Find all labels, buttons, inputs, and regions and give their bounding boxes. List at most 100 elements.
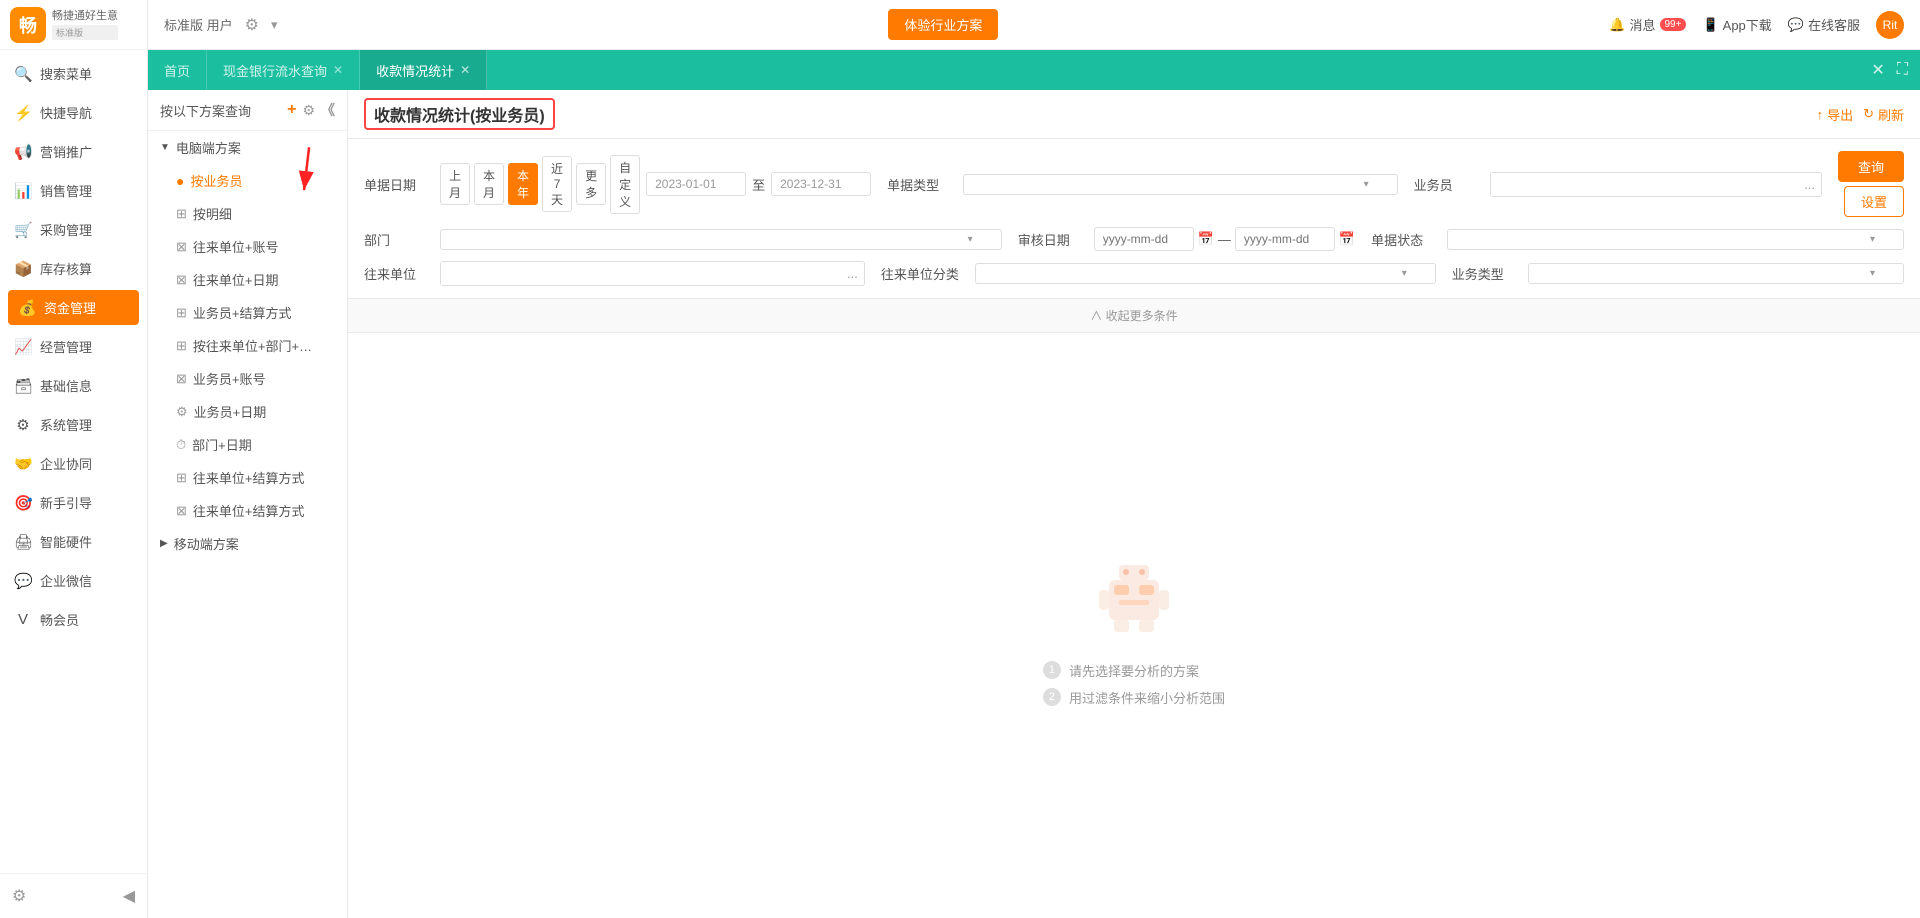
tip-number-1: 1 [1043,661,1061,679]
page-area-wrapper: 按以下方案查询 + ⚙ 《 ▼ 电脑端方案 ● 按业务员 ⊞ [148,90,1920,918]
header-dropdown-icon[interactable]: ▾ [271,17,278,33]
voucher-status-dropdown[interactable]: ▾ [1447,229,1904,250]
sidebar-item-hardware[interactable]: 🖨智能硬件 [0,522,147,561]
sidebar-collapse-btn[interactable]: ◀ [119,882,139,910]
sidebar: 畅 畅捷通好生意 标准版 🔍搜索菜单 ⚡快捷导航 📢营销推广 📊销售管理 🛒采购… [0,0,148,918]
counterpart-input[interactable] [441,262,841,285]
btn-more[interactable]: 更多 [576,163,606,205]
salesperson-field[interactable]: ... [1490,172,1822,197]
dept-dropdown[interactable]: ▾ [440,229,1002,250]
filter-actions-col: 查询 设置 [1838,151,1904,217]
tree-node-salesperson-method[interactable]: ⊞ 业务员+结算方式 [148,296,347,329]
notification-btn[interactable]: 🔔 消息 99+ [1609,15,1686,34]
tree-node-counterpart-method1[interactable]: ⊞ 往来单位+结算方式 [148,461,347,494]
sidebar-item-search[interactable]: 🔍搜索菜单 [0,54,147,93]
system-icon: ⚙ [14,416,32,434]
counterpart-field[interactable]: ... [440,261,865,286]
empty-tips: 1 请先选择要分析的方案 2 用过滤条件来缩小分析范围 [1043,661,1225,707]
tree-node-salesperson-account[interactable]: ⊠ 业务员+账号 [148,362,347,395]
filter-row-1: 单据日期 上月 本月 本年 近7天 更多 自定义 至 [364,151,1904,217]
btn-this-month[interactable]: 本月 [474,163,504,205]
date-from-input[interactable] [646,172,746,196]
counterpart-date-icon: ⊠ [176,272,187,288]
date-to-input[interactable] [771,172,871,196]
dept-date-icon: ⏱ [176,437,186,453]
tab-home[interactable]: 首页 [148,50,207,90]
app-download-btn[interactable]: 📱 App下载 [1702,15,1771,34]
btn-custom[interactable]: 自定义 [610,155,640,214]
tree-section-desktop[interactable]: ▼ 电脑端方案 [148,131,347,164]
business-type-chevron: ▾ [1870,268,1875,279]
sidebar-item-enterprise[interactable]: 🤝企业协同 [0,444,147,483]
sidebar-item-guide[interactable]: 🎯新手引导 [0,483,147,522]
header-settings-icon[interactable]: ⚙ [245,15,259,35]
counterpart-dots-btn[interactable]: ... [841,266,864,281]
sidebar-item-member[interactable]: V畅会员 [0,600,147,639]
query-btn[interactable]: 查询 [1838,151,1904,182]
sidebar-item-inventory[interactable]: 📦库存核算 [0,249,147,288]
voucher-type-dropdown[interactable]: ▾ [963,174,1397,195]
trial-btn[interactable]: 体验行业方案 [888,9,998,40]
tree-node-salesperson[interactable]: ● 按业务员 [148,164,347,197]
btn-this-year[interactable]: 本年 [508,163,538,205]
sidebar-item-purchase[interactable]: 🛒采购管理 [0,210,147,249]
empty-tip-1: 1 请先选择要分析的方案 [1043,661,1225,680]
sidebar-item-system[interactable]: ⚙系统管理 [0,405,147,444]
salesperson-dots-btn[interactable]: ... [1798,177,1821,192]
left-panel-add-btn[interactable]: + [287,101,296,119]
sidebar-settings-btn[interactable]: ⚙ [8,882,30,910]
notification-badge: 99+ [1660,18,1687,31]
review-date-from[interactable] [1094,227,1194,251]
refresh-btn[interactable]: ↻ 刷新 [1863,105,1904,124]
business-type-dropdown[interactable]: ▾ [1528,263,1904,284]
left-panel-collapse-btn[interactable]: 《 [321,100,335,120]
date-dash: 至 [752,175,765,194]
tab-close-all-icon[interactable]: ✕ [1871,60,1884,80]
left-panel: 按以下方案查询 + ⚙ 《 ▼ 电脑端方案 ● 按业务员 ⊞ [148,90,348,918]
tree-node-dept-date[interactable]: ⏱ 部门+日期 [148,428,347,461]
purchase-icon: 🛒 [14,221,32,239]
tab-cashflow[interactable]: 现金银行流水查询 ✕ [207,50,360,90]
review-calendar-to-icon[interactable]: 📅 [1339,231,1355,247]
tree-section-mobile[interactable]: ▶ 移动端方案 [148,527,347,560]
counterpart-method1-icon: ⊞ [176,470,187,486]
tab-receipt-close[interactable]: ✕ [460,63,470,77]
counterpart-category-dropdown[interactable]: ▾ [975,263,1436,284]
btn-last7days[interactable]: 近7天 [542,156,572,212]
tree-node-counterpart-method2[interactable]: ⊠ 往来单位+结算方式 [148,494,347,527]
tree-node-salesperson-date[interactable]: ⚙ 业务员+日期 [148,395,347,428]
salesperson-input[interactable] [1491,173,1799,196]
tab-bar: 首页 现金银行流水查询 ✕ 收款情况统计 ✕ ✕ ⛶ [148,50,1920,90]
sidebar-item-sales[interactable]: 📊销售管理 [0,171,147,210]
search-icon: 🔍 [14,65,32,83]
online-service-btn[interactable]: 💬 在线客服 [1788,15,1860,34]
settings-btn[interactable]: 设置 [1844,186,1904,217]
enterprise-icon: 🤝 [14,455,32,473]
left-panel-header: 按以下方案查询 + ⚙ 《 [148,90,347,131]
user-avatar[interactable]: Rit [1876,11,1904,39]
tree-node-detail[interactable]: ⊞ 按明细 [148,197,347,230]
top-header-right: 🔔 消息 99+ 📱 App下载 💬 在线客服 Rit [1609,11,1904,39]
sidebar-item-operation[interactable]: 📈经营管理 [0,327,147,366]
left-panel-config-btn[interactable]: ⚙ [302,102,315,119]
logo-text: 畅捷通好生意 [52,9,118,24]
sidebar-item-finance[interactable]: 💰资金管理 [8,290,139,325]
export-btn[interactable]: ↑ 导出 [1817,105,1854,124]
tree-node-counterpart-date[interactable]: ⊠ 往来单位+日期 [148,263,347,296]
btn-last-month[interactable]: 上月 [440,163,470,205]
tab-receipt[interactable]: 收款情况统计 ✕ [360,50,487,90]
sidebar-item-wechat[interactable]: 💬企业微信 [0,561,147,600]
tab-expand-icon[interactable]: ⛶ [1897,61,1908,79]
review-calendar-from-icon[interactable]: 📅 [1198,231,1214,247]
tab-cashflow-close[interactable]: ✕ [333,63,343,77]
sidebar-item-marketing[interactable]: 📢营销推广 [0,132,147,171]
date-label: 单据日期 [364,175,424,194]
page-header-actions: ↑ 导出 ↻ 刷新 [1817,105,1904,124]
tree-node-counterpart-dept[interactable]: ⊞ 按往来单位+部门+收... [148,329,347,362]
review-date-to[interactable] [1235,227,1335,251]
bell-icon: 🔔 [1609,17,1625,33]
collapse-bar[interactable]: ∧ 收起更多条件 [348,299,1920,333]
tree-node-counterpart-account[interactable]: ⊠ 往来单位+账号 [148,230,347,263]
sidebar-item-quick[interactable]: ⚡快捷导航 [0,93,147,132]
sidebar-item-basic[interactable]: 🗃基础信息 [0,366,147,405]
